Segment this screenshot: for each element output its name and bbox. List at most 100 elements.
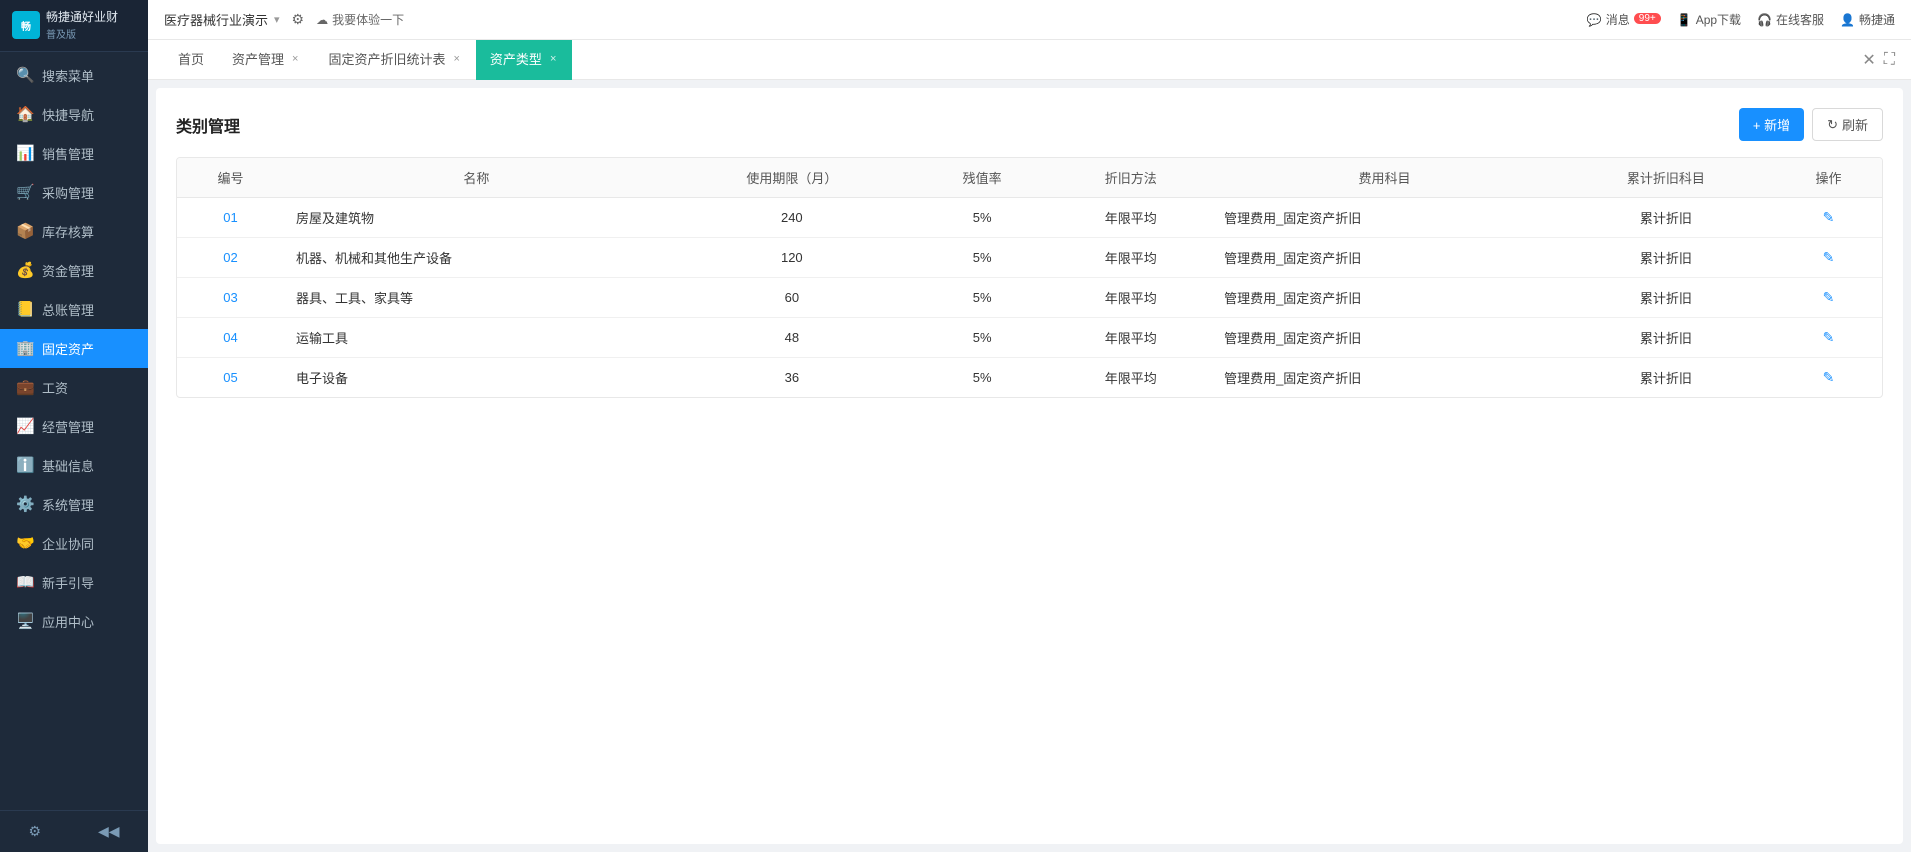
tab-asset-type[interactable]: 资产类型 × — [476, 40, 572, 80]
online-service-label: 在线客服 — [1776, 11, 1824, 28]
sidebar-item-guide[interactable]: 📖 新手引导 — [0, 563, 148, 602]
tab-depreciation-table[interactable]: 固定资产折旧统计表 × — [314, 40, 475, 80]
topbar-left: 医疗器械行业演示 ▾ ⚙ ☁ 我要体验一下 — [164, 10, 404, 29]
enterprise-icon: 🤝 — [16, 534, 34, 552]
cell-action-3[interactable]: ✎ — [1775, 318, 1882, 358]
sidebar-item-capital[interactable]: 💰 资金管理 — [0, 251, 148, 290]
tab-depreciation-table-close[interactable]: × — [451, 52, 461, 66]
ledger-icon: 📒 — [16, 300, 34, 318]
tab-home-label: 首页 — [178, 49, 204, 68]
sidebar-item-system[interactable]: ⚙️ 系统管理 — [0, 485, 148, 524]
sidebar-item-label: 经营管理 — [42, 417, 94, 436]
company-selector[interactable]: 医疗器械行业演示 ▾ — [164, 10, 280, 29]
user-icon: 👤 — [1840, 13, 1855, 27]
sidebar-settings-button[interactable]: ⚙ — [20, 819, 49, 844]
cell-action-4[interactable]: ✎ — [1775, 358, 1882, 398]
edit-button-2[interactable]: ✎ — [1823, 289, 1835, 305]
edit-button-1[interactable]: ✎ — [1823, 249, 1835, 265]
app-download-label: App下载 — [1696, 11, 1741, 28]
cell-residual-rate-1: 5% — [915, 238, 1050, 278]
sidebar-item-salary[interactable]: 💼 工资 — [0, 368, 148, 407]
topbar-right: 💬 消息 99+ 📱 App下载 🎧 在线客服 👤 畅捷通 — [1587, 11, 1895, 28]
cell-useful-life-1: 120 — [669, 238, 915, 278]
cell-name-0: 房屋及建筑物 — [284, 198, 669, 238]
sidebar-collapse-button[interactable]: ◀◀ — [90, 819, 128, 844]
tab-asset-mgmt[interactable]: 资产管理 × — [218, 40, 314, 80]
cell-action-1[interactable]: ✎ — [1775, 238, 1882, 278]
cell-accumulated-subject-4: 累计折旧 — [1557, 358, 1775, 398]
sidebar-item-ledger[interactable]: 📒 总账管理 — [0, 290, 148, 329]
close-window-button[interactable]: ✕ — [1862, 50, 1875, 70]
sidebar-item-label: 搜索菜单 — [42, 66, 94, 85]
messages-button[interactable]: 💬 消息 99+ — [1587, 11, 1661, 28]
tabbar-window-controls: ✕ ⛶ — [1862, 50, 1895, 70]
tab-asset-type-close[interactable]: × — [548, 52, 558, 66]
table-row: 04 运输工具 48 5% 年限平均 管理费用_固定资产折旧 累计折旧 ✎ — [177, 318, 1882, 358]
sidebar-item-label: 工资 — [42, 378, 68, 397]
refresh-icon: ↻ — [1827, 117, 1838, 133]
cell-expense-subject-3: 管理费用_固定资产折旧 — [1212, 318, 1557, 358]
experience-button[interactable]: ☁ 我要体验一下 — [316, 11, 404, 28]
cell-depreciation-method-2: 年限平均 — [1050, 278, 1213, 318]
add-button[interactable]: + 新增 — [1739, 108, 1804, 141]
edit-button-4[interactable]: ✎ — [1823, 369, 1835, 385]
app-center-icon: 🖥️ — [16, 612, 34, 630]
edit-button-0[interactable]: ✎ — [1823, 209, 1835, 225]
cell-name-3: 运输工具 — [284, 318, 669, 358]
refresh-button[interactable]: ↻ 刷新 — [1812, 108, 1883, 141]
sidebar-item-enterprise[interactable]: 🤝 企业协同 — [0, 524, 148, 563]
app-download-button[interactable]: 📱 App下载 — [1677, 11, 1741, 28]
tab-depreciation-table-label: 固定资产折旧统计表 — [328, 49, 445, 68]
sidebar-item-fixed-assets[interactable]: 🏢 固定资产 — [0, 329, 148, 368]
user-button[interactable]: 👤 畅捷通 — [1840, 11, 1895, 28]
sidebar: 畅 畅捷通好业财 普及版 🔍 搜索菜单 🏠 快捷导航 📊 销售管理 🛒 采购管理… — [0, 0, 148, 852]
settings-button[interactable]: ⚙ — [292, 11, 305, 28]
sidebar-item-sales[interactable]: 📊 销售管理 — [0, 134, 148, 173]
cell-action-2[interactable]: ✎ — [1775, 278, 1882, 318]
sidebar-item-quick-nav[interactable]: 🏠 快捷导航 — [0, 95, 148, 134]
sidebar-item-label: 采购管理 — [42, 183, 94, 202]
maximize-window-button[interactable]: ⛶ — [1884, 51, 1895, 69]
page-header: 类别管理 + 新增 ↻ 刷新 — [176, 108, 1883, 141]
cell-action-0[interactable]: ✎ — [1775, 198, 1882, 238]
col-header-accumulated-subject: 累计折旧科目 — [1557, 158, 1775, 198]
cell-useful-life-0: 240 — [669, 198, 915, 238]
sidebar-item-purchase[interactable]: 🛒 采购管理 — [0, 173, 148, 212]
experience-label: 我要体验一下 — [332, 11, 404, 28]
cell-depreciation-method-4: 年限平均 — [1050, 358, 1213, 398]
col-header-depreciation-method: 折旧方法 — [1050, 158, 1213, 198]
table-row: 01 房屋及建筑物 240 5% 年限平均 管理费用_固定资产折旧 累计折旧 ✎ — [177, 198, 1882, 238]
sidebar-item-operations[interactable]: 📈 经营管理 — [0, 407, 148, 446]
cell-depreciation-method-0: 年限平均 — [1050, 198, 1213, 238]
col-header-action: 操作 — [1775, 158, 1882, 198]
inventory-icon: 📦 — [16, 222, 34, 240]
col-header-code: 编号 — [177, 158, 284, 198]
online-service-button[interactable]: 🎧 在线客服 — [1757, 11, 1824, 28]
sidebar-item-label: 系统管理 — [42, 495, 94, 514]
edit-button-3[interactable]: ✎ — [1823, 329, 1835, 345]
sidebar-item-inventory[interactable]: 📦 库存核算 — [0, 212, 148, 251]
search-icon: 🔍 — [16, 66, 34, 84]
app-download-icon: 📱 — [1677, 13, 1692, 27]
sidebar-item-label: 新手引导 — [42, 573, 94, 592]
col-header-expense-subject: 费用科目 — [1212, 158, 1557, 198]
sales-icon: 📊 — [16, 144, 34, 162]
cell-residual-rate-4: 5% — [915, 358, 1050, 398]
basic-info-icon: ℹ️ — [16, 456, 34, 474]
sidebar-logo: 畅 畅捷通好业财 普及版 — [0, 0, 148, 52]
main-area: 医疗器械行业演示 ▾ ⚙ ☁ 我要体验一下 💬 消息 99+ 📱 App下载 🎧… — [148, 0, 1911, 852]
sidebar-nav: 🔍 搜索菜单 🏠 快捷导航 📊 销售管理 🛒 采购管理 📦 库存核算 💰 资金管… — [0, 52, 148, 810]
home-icon: 🏠 — [16, 105, 34, 123]
tab-home[interactable]: 首页 — [164, 40, 218, 80]
sidebar-item-label: 销售管理 — [42, 144, 94, 163]
cell-useful-life-3: 48 — [669, 318, 915, 358]
tab-asset-mgmt-close[interactable]: × — [290, 52, 300, 66]
cell-code-2: 03 — [177, 278, 284, 318]
sidebar-item-app-center[interactable]: 🖥️ 应用中心 — [0, 602, 148, 641]
cell-expense-subject-2: 管理费用_固定资产折旧 — [1212, 278, 1557, 318]
table-row: 02 机器、机械和其他生产设备 120 5% 年限平均 管理费用_固定资产折旧 … — [177, 238, 1882, 278]
fixed-assets-icon: 🏢 — [16, 339, 34, 357]
sidebar-item-search[interactable]: 🔍 搜索菜单 — [0, 56, 148, 95]
messages-label: 消息 — [1606, 11, 1630, 28]
sidebar-item-basic-info[interactable]: ℹ️ 基础信息 — [0, 446, 148, 485]
